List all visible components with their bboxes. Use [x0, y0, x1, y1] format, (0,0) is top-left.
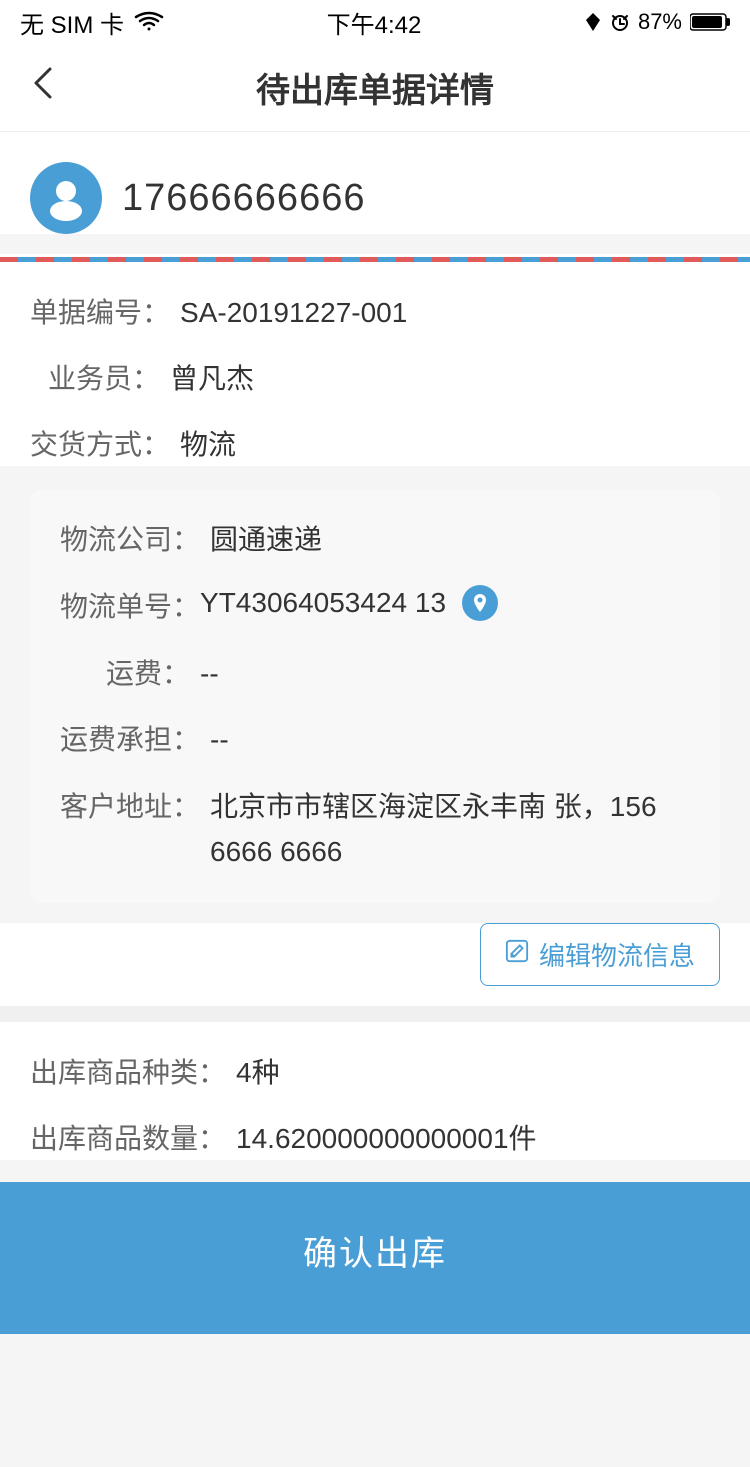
product-quantity-value: 14.620000000000001件	[236, 1118, 720, 1160]
salesman-value: 曾凡杰	[170, 358, 720, 400]
status-right: 87%	[584, 9, 730, 35]
delivery-value: 物流	[180, 424, 720, 466]
address-row: 客户地址： 北京市市辖区海淀区永丰南 张，156 6666 6666	[60, 785, 690, 875]
location-indicator-icon	[584, 11, 602, 33]
avatar	[30, 162, 102, 234]
nav-bar: 待出库单据详情	[0, 44, 750, 132]
product-quantity-row: 出库商品数量： 14.620000000000001件	[30, 1118, 720, 1160]
freight-row: 运费： --	[60, 652, 690, 697]
battery-icon	[690, 12, 730, 32]
salesman-row: 业务员： 曾凡杰	[30, 358, 720, 400]
salesman-label: 业务员：	[30, 358, 160, 400]
address-value: 北京市市辖区海淀区永丰南 张，156 6666 6666	[210, 785, 690, 875]
freight-bearer-label: 运费承担：	[60, 718, 200, 763]
track-location-button[interactable]	[462, 585, 498, 621]
logistics-tracking-row: 物流单号： YT43064053424 13	[60, 585, 690, 630]
basic-info-section: 单据编号： SA-20191227-001 业务员： 曾凡杰 交货方式： 物流	[0, 262, 750, 466]
edit-icon	[505, 939, 529, 970]
freight-label: 运费：	[60, 652, 190, 697]
product-quantity-label: 出库商品数量：	[30, 1118, 226, 1160]
confirm-outbound-button[interactable]: 确认出库	[30, 1206, 720, 1294]
user-section: 17666666666	[0, 132, 750, 234]
document-no-value: SA-20191227-001	[180, 292, 720, 334]
document-no-label: 单据编号：	[30, 292, 170, 334]
edit-logistics-button[interactable]: 编辑物流信息	[480, 923, 720, 986]
bottom-button-area: 确认出库	[0, 1182, 750, 1334]
logistics-company-value: 圆通速递	[210, 518, 690, 563]
battery-text: 87%	[638, 9, 682, 35]
document-no-row: 单据编号： SA-20191227-001	[30, 292, 720, 334]
edit-logistics-label: 编辑物流信息	[539, 936, 695, 973]
time-text: 下午4:42	[327, 5, 422, 40]
freight-bearer-row: 运费承担： --	[60, 718, 690, 763]
product-type-row: 出库商品种类： 4种	[30, 1052, 720, 1094]
dashed-divider	[0, 254, 750, 262]
user-phone: 17666666666	[122, 177, 365, 220]
page-title: 待出库单据详情	[256, 63, 494, 112]
wifi-icon	[134, 11, 164, 33]
alarm-icon	[610, 11, 630, 33]
status-bar: 无 SIM 卡 下午4:42 87%	[0, 0, 750, 44]
freight-bearer-value: --	[210, 718, 690, 763]
logistics-tracking-value: YT43064053424 13	[200, 587, 446, 619]
product-info-section: 出库商品种类： 4种 出库商品数量： 14.620000000000001件	[0, 1022, 750, 1160]
product-type-value: 4种	[236, 1052, 720, 1094]
logistics-company-label: 物流公司：	[60, 518, 200, 563]
product-type-label: 出库商品种类：	[30, 1052, 226, 1094]
delivery-row: 交货方式： 物流	[30, 424, 720, 466]
section-separator-1	[0, 1006, 750, 1022]
status-left: 无 SIM 卡	[20, 5, 164, 40]
carrier-text: 无 SIM 卡	[20, 5, 124, 40]
delivery-label: 交货方式：	[30, 424, 170, 466]
edit-logistics-row: 编辑物流信息	[0, 923, 750, 1006]
logistics-tracking-label: 物流单号：	[60, 585, 200, 630]
freight-value: --	[200, 652, 690, 697]
address-label: 客户地址：	[60, 785, 200, 830]
logistics-card: 物流公司： 圆通速递 物流单号： YT43064053424 13 运费： --…	[30, 490, 720, 903]
back-button[interactable]	[30, 55, 64, 120]
logistics-company-row: 物流公司： 圆通速递	[60, 518, 690, 563]
